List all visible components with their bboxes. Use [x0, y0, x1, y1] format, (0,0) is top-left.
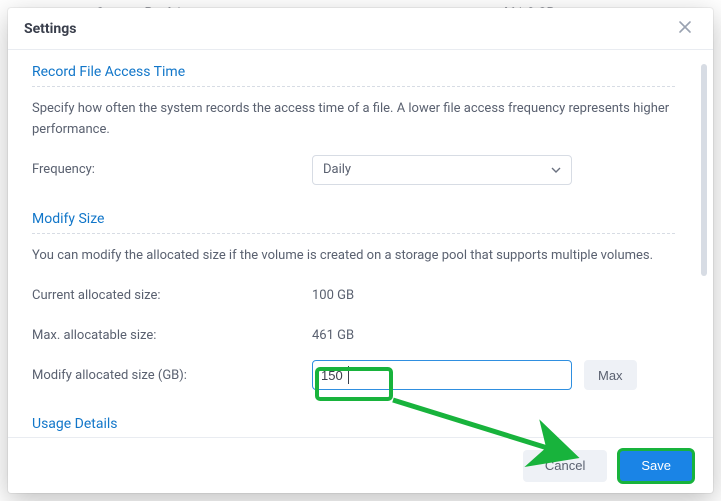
current-size-label: Current allocated size: [32, 288, 312, 303]
save-button[interactable]: Save [619, 450, 693, 482]
scrollbar-thumb[interactable] [701, 64, 707, 276]
modify-size-description: You can modify the allocated size if the… [32, 246, 675, 267]
frequency-value: Daily [323, 162, 351, 177]
dialog-content: Record File Access Time Specify how ofte… [8, 50, 699, 437]
max-button[interactable]: Max [584, 360, 637, 390]
section-heading-record-access: Record File Access Time [32, 64, 675, 80]
chevron-down-icon [551, 162, 561, 177]
frequency-label: Frequency: [32, 162, 312, 177]
section-heading-usage-details: Usage Details [32, 416, 675, 432]
cancel-button[interactable]: Cancel [523, 450, 607, 482]
current-size-value: 100 GB [312, 288, 354, 303]
frequency-select[interactable]: Daily [312, 155, 572, 185]
section-divider [32, 233, 675, 234]
dialog-titlebar: Settings [8, 8, 713, 50]
dialog-title: Settings [24, 21, 673, 37]
max-size-label: Max. allocatable size: [32, 328, 312, 343]
max-size-value: 461 GB [312, 328, 354, 343]
close-icon [678, 18, 692, 39]
settings-dialog: Settings Record File Access Time Specify… [8, 8, 713, 493]
record-access-description: Specify how often the system records the… [32, 99, 675, 141]
scrollbar[interactable] [699, 50, 713, 437]
section-heading-modify-size: Modify Size [32, 211, 675, 227]
modify-size-input[interactable] [312, 360, 572, 390]
close-button[interactable] [673, 17, 697, 41]
dialog-footer: Cancel Save [8, 437, 713, 493]
modify-size-label: Modify allocated size (GB): [32, 368, 312, 383]
text-caret [348, 366, 349, 384]
section-divider [32, 86, 675, 87]
